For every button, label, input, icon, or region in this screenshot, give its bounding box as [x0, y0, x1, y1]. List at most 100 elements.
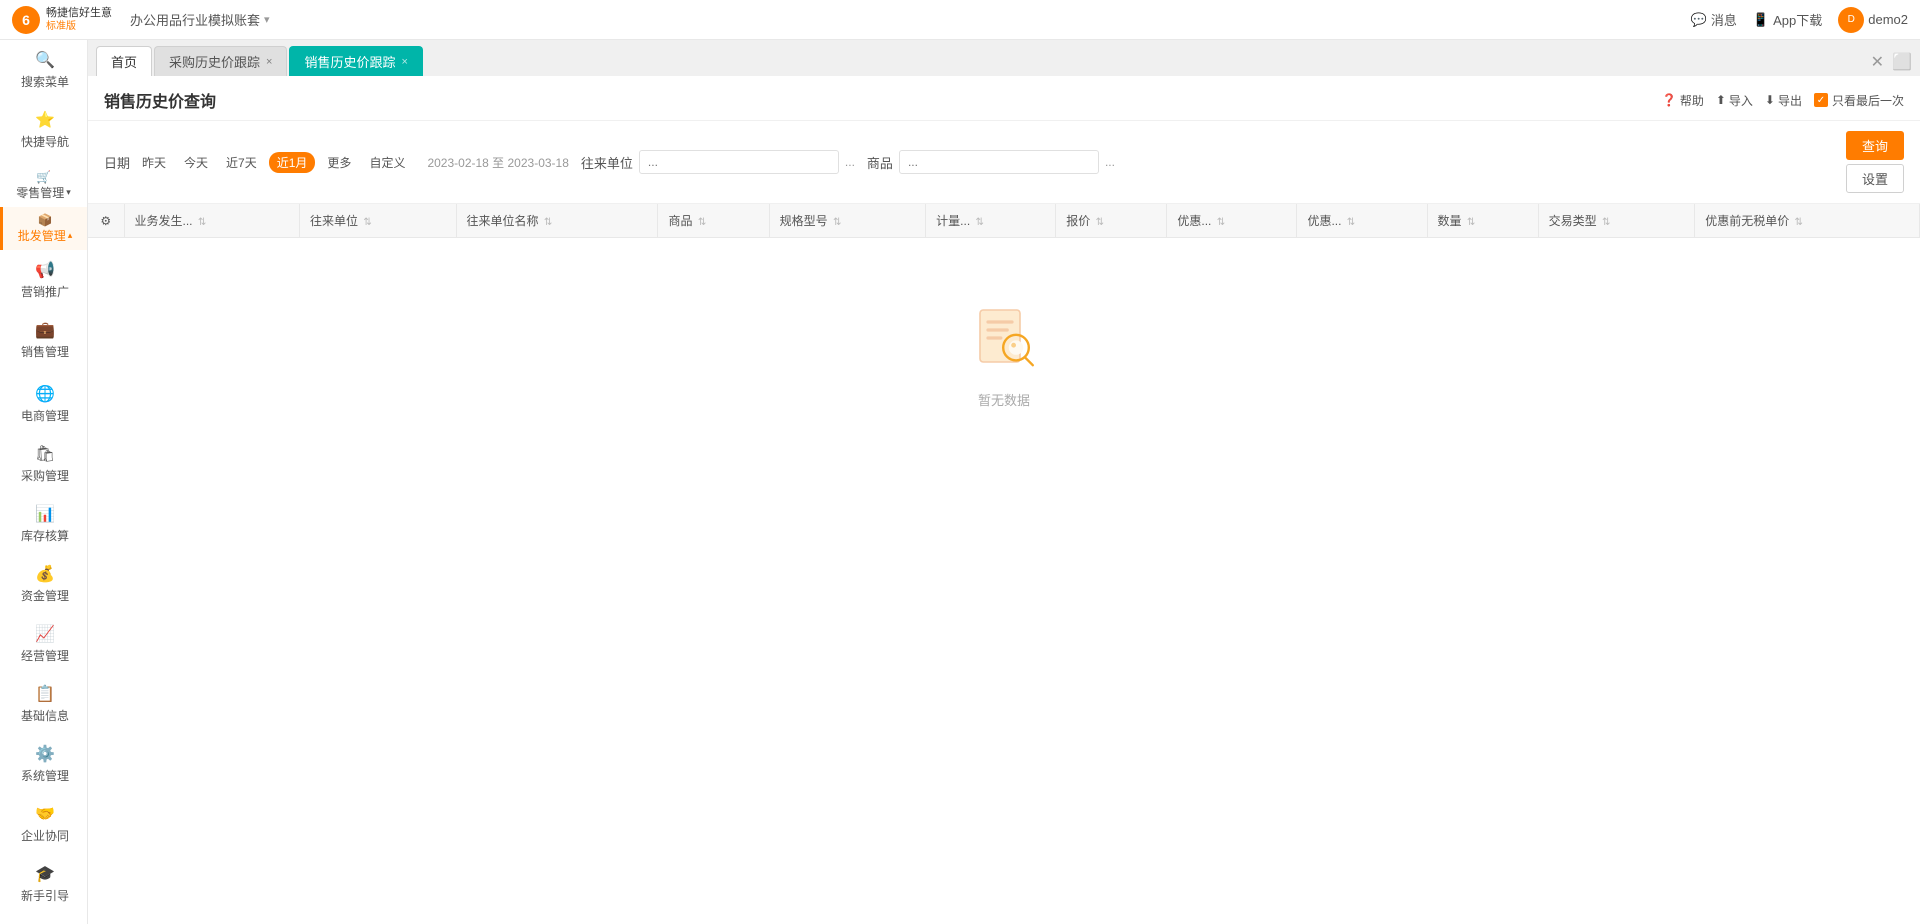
sidebar-item-enterprise[interactable]: 🤝 企业协同 [0, 794, 87, 854]
checkbox-icon: ✓ [1814, 93, 1828, 107]
date-btn-yesterday[interactable]: 昨天 [136, 152, 172, 173]
setting-button[interactable]: 设置 [1846, 164, 1904, 193]
guide-icon: 🎓 [35, 864, 55, 884]
sidebar-item-apps[interactable]: 🔧 应用中心 [0, 914, 87, 924]
filter-bar: 日期 昨天 今天 近7天 近1月 更多 自定义 2023-02-18 至 202… [88, 121, 1920, 204]
tab-sales-history[interactable]: 销售历史价跟踪 × [289, 46, 422, 76]
breadcrumb-arrow-icon[interactable]: ▾ [264, 13, 270, 26]
date-btn-more[interactable]: 更多 [321, 152, 357, 173]
user-profile[interactable]: D demo2 [1838, 7, 1908, 33]
top-bar: 6 畅捷信好生意 标准版 办公用品行业模拟账套 ▾ 💬 消息 📱 App下载 D… [0, 0, 1920, 40]
help-button[interactable]: ❓ 帮助 [1662, 92, 1704, 109]
tab-purchase-history[interactable]: 采购历史价跟踪 × [154, 46, 287, 76]
sidebar-item-system[interactable]: ⚙️ 系统管理 [0, 734, 87, 794]
search-icon: 🔍 [35, 50, 55, 70]
tab-home[interactable]: 首页 [96, 46, 152, 76]
tab-close-all-button[interactable]: ✕ [1871, 52, 1884, 72]
sort-icon: ⇅ [976, 217, 984, 228]
message-icon: 💬 [1691, 12, 1707, 28]
sidebar-item-ecommerce[interactable]: 🌐 电商管理 [0, 374, 87, 434]
avatar: D [1838, 7, 1864, 33]
content-area: 首页 采购历史价跟踪 × 销售历史价跟踪 × ✕ ⬜ 销售历史价查询 [88, 40, 1920, 924]
logo-area: 6 畅捷信好生意 标准版 [12, 6, 112, 34]
sort-icon: ⇅ [698, 217, 706, 228]
goods-input[interactable] [899, 150, 1099, 174]
sidebar-item-operations[interactable]: 📈 经营管理 [0, 614, 87, 674]
export-icon: ⬇ [1765, 93, 1775, 107]
th-quantity[interactable]: 数量 ⇅ [1427, 204, 1538, 238]
import-icon: ⬆ [1716, 93, 1726, 107]
empty-icon [964, 298, 1044, 378]
partner-dots: ... [845, 155, 855, 169]
table-container: ⚙ 业务发生... ⇅ 往来单位 ⇅ 往来单位名称 [88, 204, 1920, 924]
sort-icon: ⇅ [363, 217, 371, 228]
th-quote[interactable]: 报价 ⇅ [1056, 204, 1167, 238]
purchase-icon: 🛍 [35, 444, 55, 464]
date-btn-custom[interactable]: 自定义 [363, 152, 411, 173]
th-setting[interactable]: ⚙ [88, 204, 124, 238]
tab-maximize-button[interactable]: ⬜ [1892, 52, 1912, 72]
breadcrumb: 办公用品行业模拟账套 ▾ [130, 10, 270, 29]
sort-icon: ⇅ [198, 217, 206, 228]
marketing-icon: 📢 [35, 260, 55, 280]
th-spec[interactable]: 规格型号 ⇅ [769, 204, 926, 238]
sort-icon: ⇅ [1096, 217, 1104, 228]
sidebar-item-finance[interactable]: 💰 资金管理 [0, 554, 87, 614]
sidebar-item-quick-nav[interactable]: ⭐ 快捷导航 [0, 100, 87, 160]
page-title: 销售历史价查询 [104, 88, 216, 112]
logo-icon: 6 [12, 6, 40, 34]
sidebar-item-basic-info[interactable]: 📋 基础信息 [0, 674, 87, 734]
sidebar-item-wholesale-mgmt[interactable]: 📦 批发管理 ▴ [0, 207, 87, 250]
tabs-bar: 首页 采购历史价跟踪 × 销售历史价跟踪 × ✕ ⬜ [88, 40, 1920, 76]
goods-filter-group: 商品 ... [867, 150, 1115, 174]
sidebar-item-guide[interactable]: 🎓 新手引导 [0, 854, 87, 914]
sidebar-item-sales-mgmt[interactable]: 💼 销售管理 [0, 310, 87, 370]
sort-icon: ⇅ [1795, 217, 1803, 228]
wholesale-icon: 📦 [38, 213, 53, 227]
top-bar-left: 6 畅捷信好生意 标准版 办公用品行业模拟账套 ▾ [12, 6, 270, 34]
th-unit[interactable]: 计量... ⇅ [926, 204, 1056, 238]
th-goods[interactable]: 商品 ⇅ [658, 204, 769, 238]
sort-icon: ⇅ [544, 217, 552, 228]
empty-state: 暂无数据 [88, 238, 1920, 469]
export-button[interactable]: ⬇ 导出 [1765, 92, 1802, 109]
expand-icon: ▴ [68, 230, 73, 241]
sidebar-item-inventory[interactable]: 📊 库存核算 [0, 494, 87, 554]
sales-icon: 💼 [35, 320, 55, 340]
date-btn-today[interactable]: 今天 [178, 152, 214, 173]
operations-icon: 📈 [35, 624, 55, 644]
sidebar-item-retail-mgmt[interactable]: 🛒 零售管理 ▾ [0, 164, 87, 207]
date-range-display: 2023-02-18 至 2023-03-18 [423, 154, 568, 171]
sort-icon: ⇅ [833, 217, 841, 228]
date-btn-last1m[interactable]: 近1月 [269, 152, 316, 173]
partner-input[interactable] [639, 150, 839, 174]
tabs-right-controls: ✕ ⬜ [1871, 52, 1912, 76]
tab-close-purchase[interactable]: × [266, 56, 272, 68]
system-icon: ⚙️ [35, 744, 55, 764]
th-partner-name[interactable]: 往来单位名称 ⇅ [456, 204, 658, 238]
th-pretax-price[interactable]: 优惠前无税单价 ⇅ [1695, 204, 1920, 238]
query-button[interactable]: 查询 [1846, 131, 1904, 160]
only-last-checkbox[interactable]: ✓ 只看最后一次 [1814, 92, 1904, 109]
basic-info-icon: 📋 [35, 684, 55, 704]
th-discount1[interactable]: 优惠... ⇅ [1167, 204, 1297, 238]
page-content: 销售历史价查询 ❓ 帮助 ⬆ 导入 ⬇ 导出 ✓ [88, 76, 1920, 924]
import-button[interactable]: ⬆ 导入 [1716, 92, 1753, 109]
main-layout: 🔍 搜索菜单 ⭐ 快捷导航 🛒 零售管理 ▾ 📦 批发管理 ▴ 📢 营销推广 [0, 40, 1920, 924]
table-header-row: ⚙ 业务发生... ⇅ 往来单位 ⇅ 往来单位名称 [88, 204, 1920, 238]
tab-close-sales[interactable]: × [401, 56, 407, 68]
date-btn-last7[interactable]: 近7天 [220, 152, 263, 173]
enterprise-icon: 🤝 [35, 804, 55, 824]
empty-text: 暂无数据 [978, 390, 1030, 409]
sidebar-item-purchase-mgmt[interactable]: 🛍 采购管理 [0, 434, 87, 494]
th-trade-type[interactable]: 交易类型 ⇅ [1538, 204, 1695, 238]
app-download-button[interactable]: 📱 App下载 [1753, 10, 1822, 29]
sidebar-item-search-menu[interactable]: 🔍 搜索菜单 [0, 40, 87, 100]
th-discount2[interactable]: 优惠... ⇅ [1297, 204, 1427, 238]
th-partner-code[interactable]: 往来单位 ⇅ [299, 204, 456, 238]
message-button[interactable]: 💬 消息 [1691, 10, 1737, 29]
sidebar-item-marketing[interactable]: 📢 营销推广 [0, 250, 87, 310]
sort-icon: ⇅ [1217, 217, 1225, 228]
th-biz-date[interactable]: 业务发生... ⇅ [124, 204, 299, 238]
sort-icon: ⇅ [1467, 217, 1475, 228]
